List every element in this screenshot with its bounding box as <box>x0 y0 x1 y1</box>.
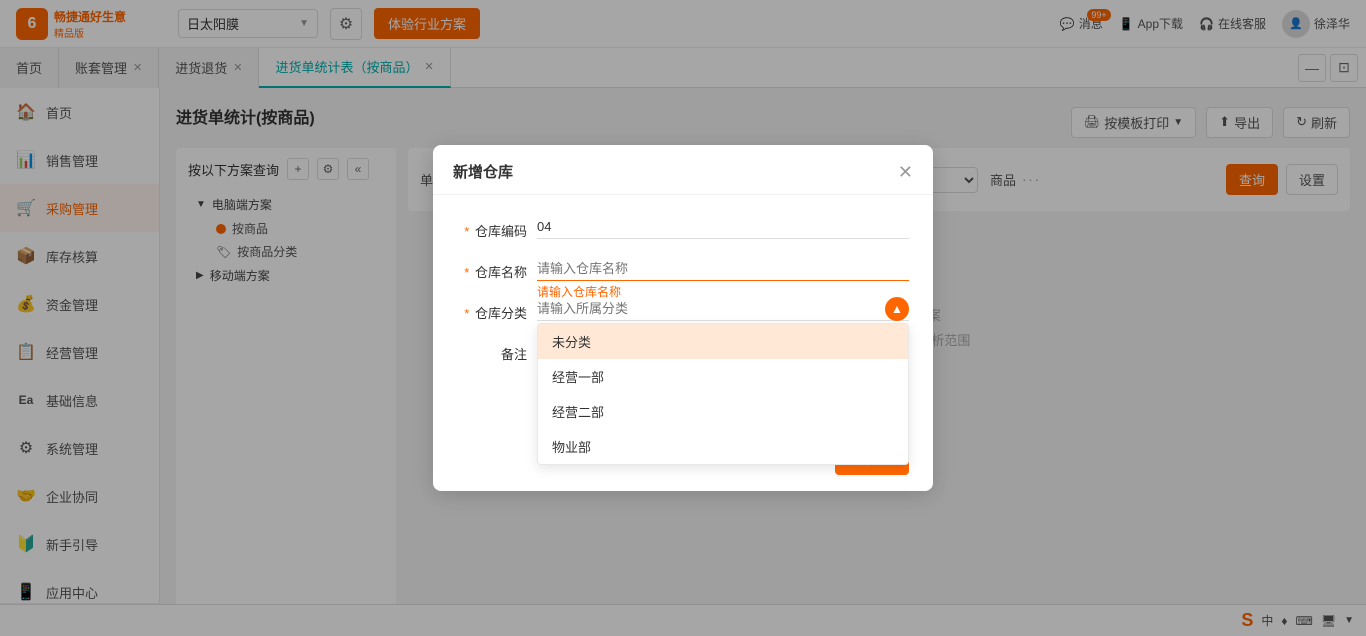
category-dropdown-wrapper: ▲ 未分类 经营一部 经营二部 物业部 <box>537 297 909 321</box>
modal-body: * 仓库编码 * 仓库名称 请输入仓库名称 * <box>433 195 933 430</box>
warehouse-code-label: * 仓库编码 <box>457 215 537 240</box>
option-ops-dept-1[interactable]: 经营一部 <box>538 359 908 394</box>
warehouse-notes-label: 备注 <box>457 338 537 363</box>
modal-header: 新增仓库 ✕ <box>433 145 933 195</box>
new-warehouse-modal: 新增仓库 ✕ * 仓库编码 * 仓库名称 <box>433 145 933 491</box>
warehouse-code-input[interactable] <box>537 215 909 239</box>
modal-close-button[interactable]: ✕ <box>898 163 913 181</box>
warehouse-category-row: * 仓库分类 ▲ 未分类 经营一部 经营二部 物业部 <box>457 297 909 322</box>
category-dropdown-list: 未分类 经营一部 经营二部 物业部 <box>537 323 909 465</box>
warehouse-name-row: * 仓库名称 请输入仓库名称 <box>457 256 909 281</box>
warehouse-name-label: * 仓库名称 <box>457 256 537 281</box>
dropdown-toggle-button[interactable]: ▲ <box>885 297 909 321</box>
category-input[interactable] <box>537 297 909 321</box>
option-uncategorized[interactable]: 未分类 <box>538 324 908 359</box>
option-property-dept[interactable]: 物业部 <box>538 429 908 464</box>
modal-title: 新增仓库 <box>453 161 513 182</box>
warehouse-name-input[interactable] <box>537 257 909 281</box>
option-ops-dept-2[interactable]: 经营二部 <box>538 394 908 429</box>
warehouse-code-row: * 仓库编码 <box>457 215 909 240</box>
warehouse-category-label: * 仓库分类 <box>457 297 537 322</box>
modal-overlay: 新增仓库 ✕ * 仓库编码 * 仓库名称 <box>0 0 1366 636</box>
